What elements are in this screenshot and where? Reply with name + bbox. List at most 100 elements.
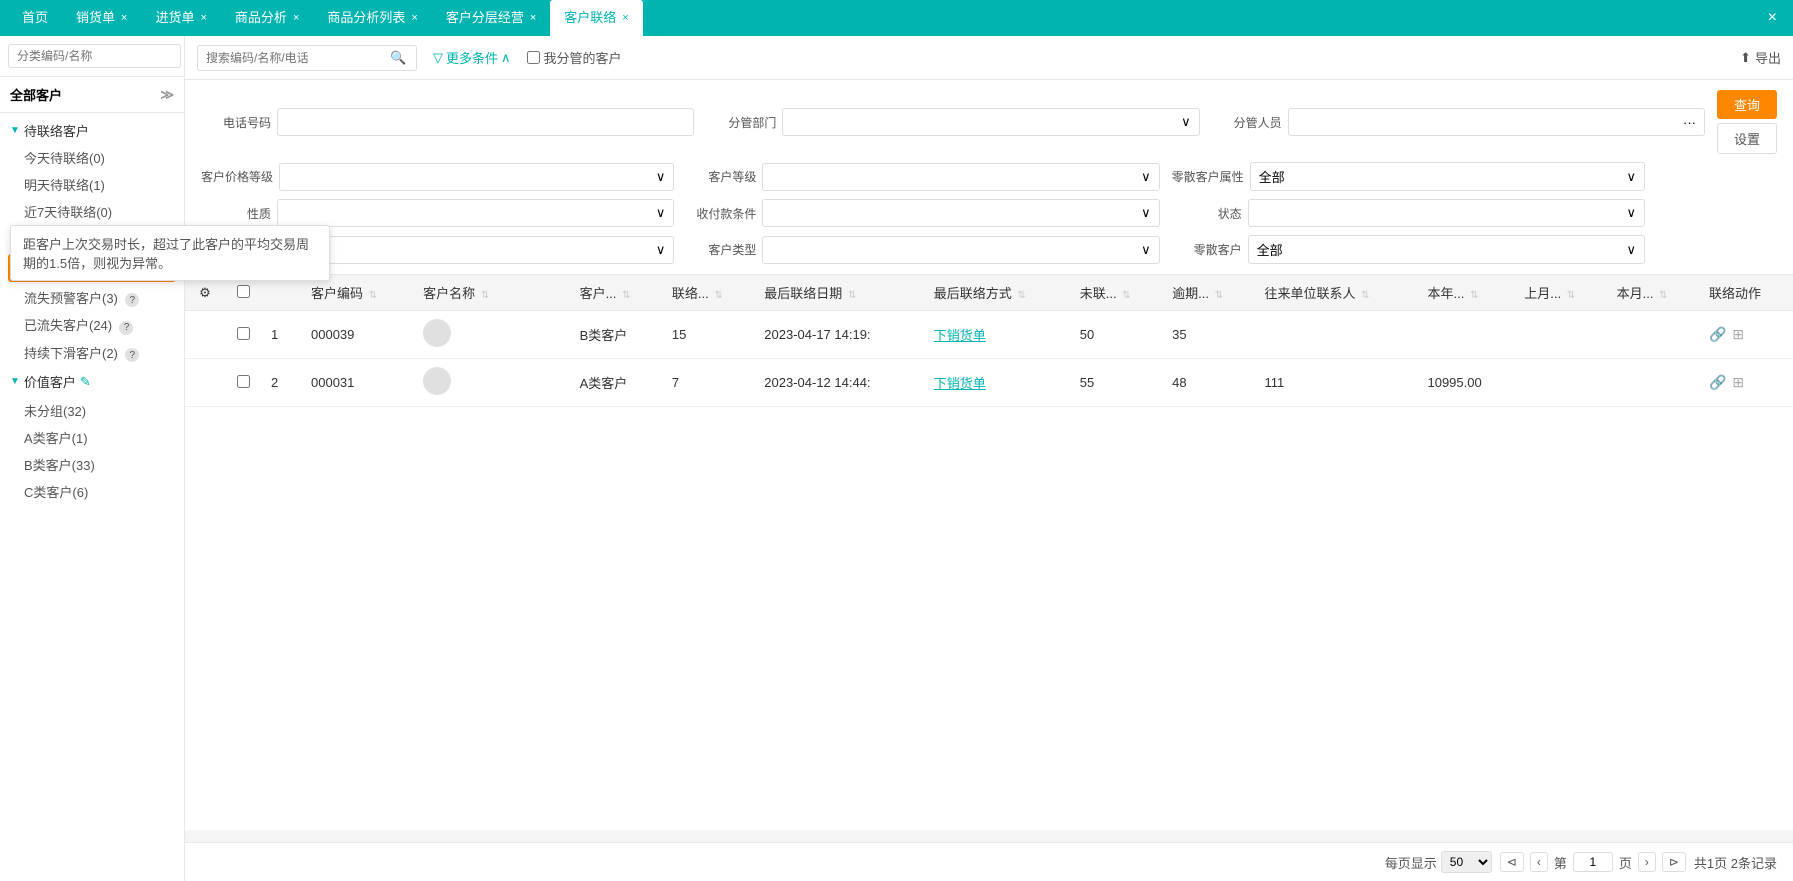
retail-arrow: ∨: [1626, 242, 1636, 258]
row2-link-icon[interactable]: 🔗: [1709, 374, 1726, 391]
sidebar-collapse-icon[interactable]: ≫: [160, 87, 174, 103]
nav-analysis-close[interactable]: ×: [293, 0, 299, 36]
sidebar-item-class-c[interactable]: C类客户(6): [0, 478, 184, 505]
row1-last-method-link[interactable]: 下销货单: [934, 328, 986, 343]
nav-sales[interactable]: 销货单 ×: [62, 0, 141, 36]
tree-section-pending-header[interactable]: ▼ 待联络客户: [0, 117, 184, 144]
payment-arrow: ∨: [1141, 205, 1151, 221]
first-page-btn[interactable]: ⊲: [1500, 852, 1524, 872]
filter-status-select[interactable]: ∨: [1248, 199, 1645, 227]
col-uncontacted-sort[interactable]: ⇅: [1122, 290, 1130, 301]
page-input[interactable]: [1573, 852, 1613, 872]
pending-arrow-icon: ▼: [10, 125, 20, 136]
filter-price-grade-select[interactable]: ∨: [279, 163, 674, 191]
select-all-checkbox[interactable]: [237, 285, 250, 298]
row1-link-icon[interactable]: 🔗: [1709, 326, 1726, 343]
nav-analysis-list-close[interactable]: ×: [411, 0, 417, 36]
row2-grid-icon[interactable]: ⊞: [1732, 374, 1744, 391]
filter-cust-type-select[interactable]: ∨: [762, 236, 1159, 264]
nav-customer-contact[interactable]: 客户联络 ×: [550, 0, 642, 36]
nav-customer-tier-close[interactable]: ×: [530, 0, 536, 36]
nav-sales-close[interactable]: ×: [121, 0, 127, 36]
last-page-btn[interactable]: ⊳: [1662, 852, 1686, 872]
filter-phone-input[interactable]: [277, 108, 694, 136]
pending-section-label: 待联络客户: [24, 121, 89, 140]
sidebar-item-churn-warning[interactable]: 流失预警客户(3) ?: [0, 284, 184, 312]
sidebar-item-declining[interactable]: 持续下滑客户(2) ?: [0, 339, 184, 367]
row1-checkbox: [225, 311, 261, 359]
filter-extra-select[interactable]: ∨: [277, 236, 674, 264]
filter-payment-select[interactable]: ∨: [762, 199, 1159, 227]
value-section-label: 价值客户: [24, 372, 76, 391]
search-input[interactable]: [206, 51, 386, 65]
more-conditions-label: 更多条件: [446, 48, 498, 67]
per-page-dropdown[interactable]: 50 20 100 200: [1441, 851, 1492, 873]
settings-gear-icon[interactable]: ⚙: [199, 285, 211, 300]
nav-customer-tier-label: 客户分层经营: [446, 0, 524, 36]
filter-retail-select[interactable]: 全部 ∨: [1248, 235, 1645, 264]
col-last-date-sort[interactable]: ⇅: [848, 290, 856, 301]
col-history-contact-sort[interactable]: ⇅: [1361, 290, 1369, 301]
filter-manager-select[interactable]: ···: [1288, 108, 1705, 136]
tree-section-value-header[interactable]: ▼ 价值客户 ✎: [0, 366, 184, 397]
sidebar-search-input[interactable]: [8, 44, 181, 68]
nav-analysis[interactable]: 商品分析 ×: [221, 0, 313, 36]
sidebar-item-today[interactable]: 今天待联络(0): [0, 144, 184, 171]
filter-status-label: 状态: [1172, 205, 1242, 222]
col-name-sort[interactable]: ⇅: [481, 290, 489, 301]
sidebar-item-tomorrow[interactable]: 明天待联络(1): [0, 171, 184, 198]
nav-customer-tier[interactable]: 客户分层经营 ×: [432, 0, 550, 36]
nav-customer-contact-label: 客户联络: [564, 0, 616, 36]
more-conditions-btn[interactable]: ▽ 更多条件 ∧: [425, 44, 519, 71]
close-all-button[interactable]: ×: [1760, 9, 1785, 27]
col-category-sort[interactable]: ⇅: [622, 290, 630, 301]
filter-cust-grade-select[interactable]: ∨: [762, 163, 1159, 191]
value-section-edit-icon[interactable]: ✎: [80, 374, 91, 390]
filter-status: 状态 ∨: [1172, 199, 1645, 227]
sidebar-item-churned[interactable]: 已流失客户(24) ?: [0, 311, 184, 339]
col-code-sort[interactable]: ⇅: [369, 290, 377, 301]
col-this-month: 本月... ⇅: [1607, 275, 1699, 311]
col-this-month-sort[interactable]: ⇅: [1659, 290, 1667, 301]
nav-analysis-label: 商品分析: [235, 0, 287, 36]
sidebar-item-class-b[interactable]: B类客户(33): [0, 451, 184, 478]
col-action-label: 联络动作: [1709, 286, 1761, 301]
row1-action: 🔗 ⊞: [1699, 311, 1793, 359]
filter-retail-prop-select[interactable]: 全部 ∨: [1250, 162, 1645, 191]
row1-check[interactable]: [237, 327, 250, 340]
col-last-month-sort[interactable]: ⇅: [1567, 290, 1575, 301]
nav-analysis-list[interactable]: 商品分析列表 ×: [313, 0, 431, 36]
col-overdue: 逾期... ⇅: [1162, 275, 1254, 311]
col-overdue-sort[interactable]: ⇅: [1215, 290, 1223, 301]
nav-purchase-close[interactable]: ×: [200, 0, 206, 36]
row2-name: [413, 359, 569, 407]
row2-last-method-link[interactable]: 下销货单: [934, 376, 986, 391]
next-page-btn[interactable]: ›: [1638, 852, 1656, 872]
col-this-year-sort[interactable]: ⇅: [1470, 290, 1478, 301]
my-customers-checkbox[interactable]: 我分管的客户: [527, 48, 622, 67]
settings-btn[interactable]: 设置: [1717, 123, 1777, 154]
col-last-method-sort[interactable]: ⇅: [1017, 290, 1025, 301]
search-btn-icon[interactable]: 🔍: [390, 50, 406, 66]
filter-dept-select[interactable]: ∨: [782, 108, 1199, 136]
query-btn[interactable]: 查询: [1717, 90, 1777, 119]
nav-purchase[interactable]: 进货单 ×: [141, 0, 220, 36]
sidebar-item-7days[interactable]: 近7天待联络(0): [0, 198, 184, 225]
row2-uncontacted: 55: [1070, 359, 1162, 407]
nav-home[interactable]: 首页: [8, 0, 62, 36]
prev-page-btn[interactable]: ‹: [1530, 852, 1548, 872]
col-contact-sort[interactable]: ⇅: [714, 290, 722, 301]
filter-cust-grade-label: 客户等级: [686, 168, 756, 185]
h-scrollbar[interactable]: [185, 830, 1793, 842]
nav-customer-contact-close[interactable]: ×: [622, 0, 628, 36]
sidebar-item-unclassified[interactable]: 未分组(32): [0, 397, 184, 424]
sidebar-item-class-a[interactable]: A类客户(1): [0, 424, 184, 451]
row2-check[interactable]: [237, 375, 250, 388]
my-customers-check[interactable]: [527, 51, 540, 64]
row1-category: B类客户: [570, 311, 662, 359]
row1-grid-icon[interactable]: ⊞: [1732, 326, 1744, 343]
row2-this-year: 10995.00: [1417, 359, 1514, 407]
filter-price-grade: 客户价格等级 ∨: [201, 163, 674, 191]
export-btn[interactable]: ⬆ 导出: [1740, 48, 1781, 67]
filter-nature-select[interactable]: ∨: [277, 199, 674, 227]
